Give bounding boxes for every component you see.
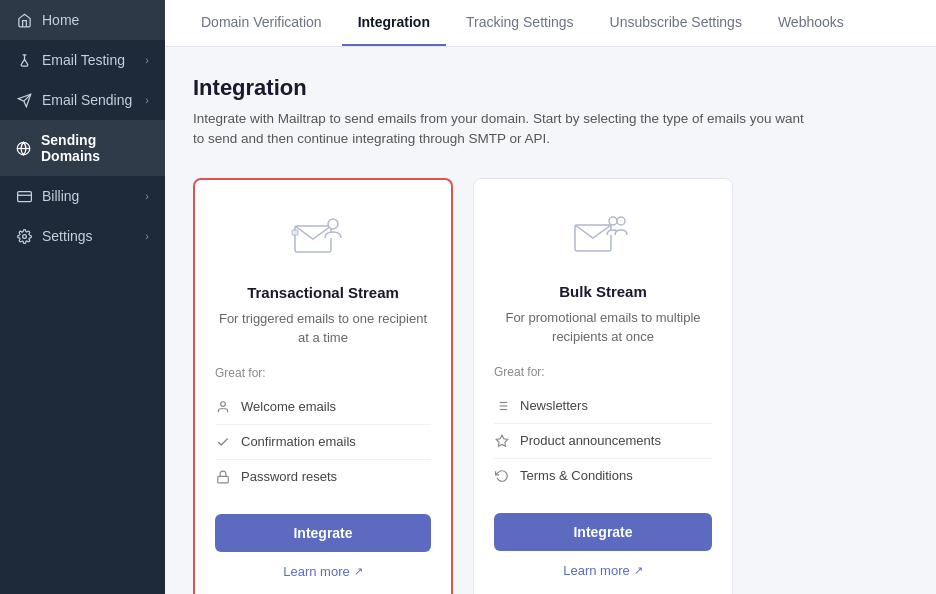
feature-confirmation-emails: Confirmation emails bbox=[215, 425, 431, 460]
page-description: Integrate with Mailtrap to send emails f… bbox=[193, 109, 813, 150]
svg-marker-21 bbox=[496, 435, 508, 446]
sidebar-item-home[interactable]: Home bbox=[0, 0, 165, 40]
transactional-desc: For triggered emails to one recipient at… bbox=[215, 309, 431, 348]
sidebar-item-email-testing[interactable]: Email Testing › bbox=[0, 40, 165, 80]
feature-welcome-emails: Welcome emails bbox=[215, 390, 431, 425]
sidebar-item-label: Email Testing bbox=[42, 52, 125, 68]
feature-label: Password resets bbox=[241, 469, 337, 484]
bulk-features: Newsletters Product announcements Terms … bbox=[494, 389, 712, 493]
sidebar: Home Email Testing › Email Sending › Sen… bbox=[0, 0, 165, 594]
feature-newsletters: Newsletters bbox=[494, 389, 712, 424]
transactional-card: Transactional Stream For triggered email… bbox=[193, 178, 453, 595]
tab-bar: Domain Verification Integration Tracking… bbox=[165, 0, 936, 47]
chevron-right-icon: › bbox=[145, 230, 149, 242]
bulk-card: Bulk Stream For promotional emails to mu… bbox=[473, 178, 733, 595]
feature-product-announcements: Product announcements bbox=[494, 424, 712, 459]
svg-point-10 bbox=[221, 401, 226, 406]
stream-cards: Transactional Stream For triggered email… bbox=[193, 178, 908, 595]
learn-more-label: Learn more bbox=[283, 564, 349, 579]
bulk-title: Bulk Stream bbox=[559, 283, 647, 300]
bulk-icon bbox=[567, 207, 639, 267]
bulk-desc: For promotional emails to multiple recip… bbox=[494, 308, 712, 347]
svg-point-13 bbox=[609, 217, 617, 225]
bulk-integrate-button[interactable]: Integrate bbox=[494, 513, 712, 551]
billing-icon bbox=[16, 188, 32, 204]
bulk-great-for: Great for: bbox=[494, 365, 712, 379]
sidebar-item-billing[interactable]: Billing › bbox=[0, 176, 165, 216]
transactional-great-for: Great for: bbox=[215, 366, 431, 380]
sidebar-item-sending-domains[interactable]: Sending Domains bbox=[0, 120, 165, 176]
flask-icon bbox=[16, 52, 32, 68]
transactional-features: Welcome emails Confirmation emails Passw… bbox=[215, 390, 431, 494]
gear-icon bbox=[16, 228, 32, 244]
tab-unsubscribe-settings[interactable]: Unsubscribe Settings bbox=[594, 0, 758, 46]
sidebar-item-label: Settings bbox=[42, 228, 93, 244]
transactional-icon bbox=[287, 208, 359, 268]
sidebar-item-label: Sending Domains bbox=[41, 132, 149, 164]
feature-label: Newsletters bbox=[520, 398, 588, 413]
page-title: Integration bbox=[193, 75, 908, 101]
svg-point-14 bbox=[617, 217, 625, 225]
bulk-learn-more-link[interactable]: Learn more ↗ bbox=[563, 563, 642, 578]
feature-terms-conditions: Terms & Conditions bbox=[494, 459, 712, 493]
chevron-right-icon: › bbox=[145, 190, 149, 202]
main-content: Domain Verification Integration Tracking… bbox=[165, 0, 936, 594]
sidebar-item-email-sending[interactable]: Email Sending › bbox=[0, 80, 165, 120]
content-area: Integration Integrate with Mailtrap to s… bbox=[165, 47, 936, 594]
transactional-learn-more-link[interactable]: Learn more ↗ bbox=[283, 564, 362, 579]
sidebar-item-label: Home bbox=[42, 12, 79, 28]
tab-webhooks[interactable]: Webhooks bbox=[762, 0, 860, 46]
feature-label: Confirmation emails bbox=[241, 434, 356, 449]
lock-icon bbox=[215, 469, 231, 485]
globe-icon bbox=[16, 140, 31, 156]
external-link-icon: ↗ bbox=[634, 564, 643, 577]
feature-label: Welcome emails bbox=[241, 399, 336, 414]
tab-tracking-settings[interactable]: Tracking Settings bbox=[450, 0, 590, 46]
transactional-title: Transactional Stream bbox=[247, 284, 399, 301]
chevron-right-icon: › bbox=[145, 94, 149, 106]
svg-rect-11 bbox=[218, 476, 229, 482]
external-link-icon: ↗ bbox=[354, 565, 363, 578]
chevron-right-icon: › bbox=[145, 54, 149, 66]
sidebar-item-label: Billing bbox=[42, 188, 79, 204]
send-icon bbox=[16, 92, 32, 108]
feature-password-resets: Password resets bbox=[215, 460, 431, 494]
home-icon bbox=[16, 12, 32, 28]
learn-more-label: Learn more bbox=[563, 563, 629, 578]
sidebar-item-label: Email Sending bbox=[42, 92, 132, 108]
svg-rect-4 bbox=[17, 191, 31, 201]
svg-rect-9 bbox=[292, 230, 298, 235]
svg-point-8 bbox=[328, 219, 338, 229]
sidebar-item-settings[interactable]: Settings › bbox=[0, 216, 165, 256]
refresh-icon bbox=[494, 468, 510, 484]
feature-label: Product announcements bbox=[520, 433, 661, 448]
check-icon bbox=[215, 434, 231, 450]
svg-point-6 bbox=[22, 234, 26, 238]
list-icon bbox=[494, 398, 510, 414]
tab-domain-verification[interactable]: Domain Verification bbox=[185, 0, 338, 46]
user-icon bbox=[215, 399, 231, 415]
tab-integration[interactable]: Integration bbox=[342, 0, 446, 46]
feature-label: Terms & Conditions bbox=[520, 468, 633, 483]
star-icon bbox=[494, 433, 510, 449]
transactional-integrate-button[interactable]: Integrate bbox=[215, 514, 431, 552]
